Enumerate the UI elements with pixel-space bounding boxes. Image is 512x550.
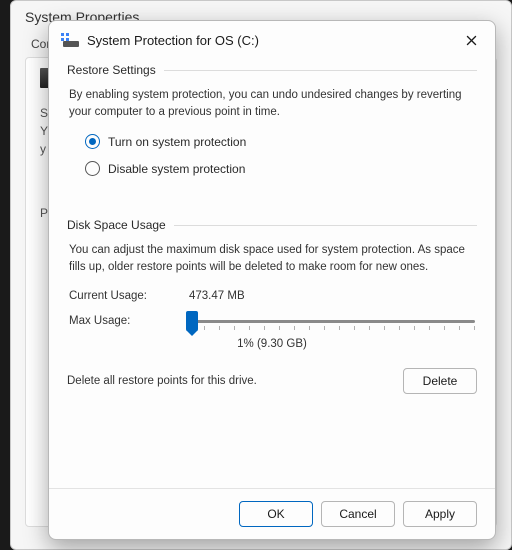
disk-space-description: You can adjust the maximum disk space us… bbox=[69, 242, 475, 275]
max-usage-label: Max Usage: bbox=[69, 315, 177, 327]
radio-label-on: Turn on system protection bbox=[108, 135, 246, 149]
radio-turn-on[interactable]: Turn on system protection bbox=[85, 134, 477, 149]
restore-settings-label: Restore Settings bbox=[67, 63, 156, 77]
system-protection-dialog: System Protection for OS (C:) Restore Se… bbox=[48, 20, 496, 540]
slider-track bbox=[189, 320, 475, 323]
radio-indicator-on bbox=[85, 134, 100, 149]
cancel-button[interactable]: Cancel bbox=[321, 501, 395, 527]
radio-disable[interactable]: Disable system protection bbox=[85, 161, 477, 176]
current-usage-label: Current Usage: bbox=[69, 290, 189, 302]
dialog-titlebar: System Protection for OS (C:) bbox=[49, 21, 495, 57]
slider-ticks bbox=[189, 326, 475, 330]
divider bbox=[174, 225, 477, 226]
current-usage-value: 473.47 MB bbox=[189, 290, 245, 302]
dialog-footer: OK Cancel Apply bbox=[49, 488, 495, 539]
max-usage-value: 1% (9.30 GB) bbox=[67, 338, 477, 350]
close-icon bbox=[466, 35, 477, 46]
max-usage-slider[interactable] bbox=[189, 310, 475, 332]
drive-icon bbox=[61, 33, 79, 47]
apply-button[interactable]: Apply bbox=[403, 501, 477, 527]
ok-button[interactable]: OK bbox=[239, 501, 313, 527]
close-button[interactable] bbox=[457, 29, 485, 51]
restore-settings-description: By enabling system protection, you can u… bbox=[69, 87, 475, 120]
disk-space-label: Disk Space Usage bbox=[67, 218, 166, 232]
divider bbox=[164, 70, 477, 71]
dialog-title: System Protection for OS (C:) bbox=[87, 33, 449, 48]
slider-thumb[interactable] bbox=[186, 311, 198, 331]
delete-restore-points-text: Delete all restore points for this drive… bbox=[67, 375, 257, 387]
current-usage-row: Current Usage: 473.47 MB bbox=[69, 290, 475, 302]
delete-button[interactable]: Delete bbox=[403, 368, 477, 394]
restore-settings-heading: Restore Settings bbox=[67, 63, 477, 77]
radio-indicator-off bbox=[85, 161, 100, 176]
disk-space-heading: Disk Space Usage bbox=[67, 218, 477, 232]
radio-label-off: Disable system protection bbox=[108, 162, 245, 176]
